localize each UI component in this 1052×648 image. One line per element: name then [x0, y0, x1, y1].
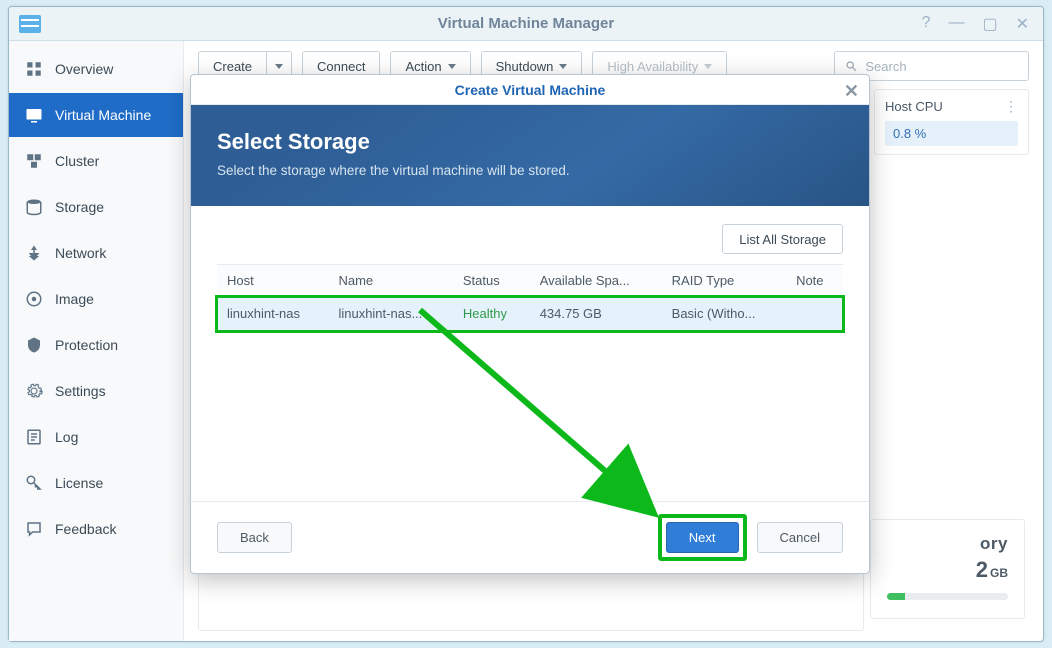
- memory-label: ory: [871, 534, 1024, 554]
- gear-icon: [25, 382, 43, 400]
- sidebar-item-protection[interactable]: Protection: [9, 323, 183, 367]
- image-icon: [25, 290, 43, 308]
- sidebar-item-log[interactable]: Log: [9, 415, 183, 459]
- sidebar-item-overview[interactable]: Overview: [9, 47, 183, 91]
- col-name[interactable]: Name: [328, 265, 452, 297]
- storage-icon: [25, 198, 43, 216]
- chevron-down-icon: [275, 64, 283, 69]
- sidebar-item-cluster[interactable]: Cluster: [9, 139, 183, 183]
- cell-available: 434.75 GB: [530, 297, 662, 331]
- sidebar-item-license[interactable]: License: [9, 461, 183, 505]
- modal-body: List All Storage Host Name Status Availa…: [191, 206, 869, 501]
- sidebar: Overview Virtual Machine Cluster Storage…: [9, 41, 184, 641]
- next-highlight: Next: [658, 514, 747, 561]
- sidebar-item-label: License: [55, 475, 103, 491]
- sidebar-item-label: Image: [55, 291, 94, 307]
- close-icon[interactable]: ✕: [844, 81, 859, 102]
- modal-footer: Back Next Cancel: [191, 501, 869, 573]
- window-controls: ? — ▢ ✕: [918, 12, 1033, 36]
- window-title: Virtual Machine Manager: [9, 15, 1043, 32]
- minimize-icon[interactable]: —: [944, 12, 968, 36]
- feedback-icon: [25, 520, 43, 538]
- cell-status: Healthy: [453, 297, 530, 331]
- sidebar-item-image[interactable]: Image: [9, 277, 183, 321]
- modal-titlebar: Create Virtual Machine ✕: [191, 75, 869, 105]
- list-all-storage-button[interactable]: List All Storage: [722, 224, 843, 254]
- cell-name: linuxhint-nas...: [328, 297, 452, 331]
- chevron-down-icon: [704, 64, 712, 69]
- cell-note: [786, 297, 843, 331]
- back-button[interactable]: Back: [217, 522, 292, 553]
- sidebar-item-network[interactable]: Network: [9, 231, 183, 275]
- storage-row[interactable]: linuxhint-nas linuxhint-nas... Healthy 4…: [217, 297, 843, 331]
- close-window-icon[interactable]: ✕: [1012, 12, 1033, 36]
- sidebar-item-label: Cluster: [55, 153, 99, 169]
- next-button[interactable]: Next: [666, 522, 739, 553]
- cell-host: linuxhint-nas: [217, 297, 328, 331]
- modal-title: Create Virtual Machine: [455, 82, 606, 98]
- vm-icon: [25, 106, 43, 124]
- sidebar-item-label: Storage: [55, 199, 104, 215]
- key-icon: [25, 474, 43, 492]
- sidebar-item-storage[interactable]: Storage: [9, 185, 183, 229]
- memory-card: ory 2GB: [870, 519, 1025, 619]
- modal-header: Select Storage Select the storage where …: [191, 105, 869, 206]
- search-icon: [845, 59, 857, 73]
- sidebar-item-label: Protection: [55, 337, 118, 353]
- overview-icon: [25, 60, 43, 78]
- vm-details: BIOS: Legacy BIOS Running Host: linuxhin…: [198, 629, 864, 631]
- cluster-icon: [25, 152, 43, 170]
- create-vm-modal: Create Virtual Machine ✕ Select Storage …: [190, 74, 870, 574]
- modal-subheading: Select the storage where the virtual mac…: [217, 163, 843, 178]
- modal-heading: Select Storage: [217, 129, 843, 155]
- memory-bar: [887, 593, 1008, 600]
- sidebar-item-feedback[interactable]: Feedback: [9, 507, 183, 551]
- titlebar: Virtual Machine Manager ? — ▢ ✕: [9, 7, 1043, 41]
- search-input[interactable]: [865, 59, 1018, 74]
- memory-value: 2GB: [871, 557, 1024, 583]
- col-raid[interactable]: RAID Type: [662, 265, 786, 297]
- col-note[interactable]: Note: [786, 265, 843, 297]
- sidebar-item-label: Feedback: [55, 521, 116, 537]
- help-icon[interactable]: ?: [918, 12, 935, 36]
- sidebar-item-virtual-machine[interactable]: Virtual Machine: [9, 93, 183, 137]
- sidebar-item-label: Overview: [55, 61, 113, 77]
- app-icon: [19, 15, 41, 33]
- sidebar-item-label: Settings: [55, 383, 106, 399]
- sidebar-item-label: Network: [55, 245, 106, 261]
- col-host[interactable]: Host: [217, 265, 328, 297]
- sidebar-item-settings[interactable]: Settings: [9, 369, 183, 413]
- cell-raid: Basic (Witho...: [662, 297, 786, 331]
- host-cpu-label: Host CPU: [885, 99, 943, 114]
- host-cpu-card: Host CPU ⋮ 0.8 %: [874, 89, 1029, 155]
- col-status[interactable]: Status: [453, 265, 530, 297]
- chevron-down-icon: [448, 64, 456, 69]
- storage-table: Host Name Status Available Spa... RAID T…: [217, 264, 843, 331]
- sidebar-item-label: Log: [55, 429, 78, 445]
- chevron-down-icon: [559, 64, 567, 69]
- col-available[interactable]: Available Spa...: [530, 265, 662, 297]
- panel-more-icon[interactable]: ⋮: [1004, 98, 1018, 115]
- sidebar-item-label: Virtual Machine: [55, 107, 151, 123]
- protection-icon: [25, 336, 43, 354]
- log-icon: [25, 428, 43, 446]
- cancel-button[interactable]: Cancel: [757, 522, 843, 553]
- host-cpu-value: 0.8 %: [885, 121, 1018, 146]
- maximize-icon[interactable]: ▢: [978, 12, 1001, 36]
- network-icon: [25, 244, 43, 262]
